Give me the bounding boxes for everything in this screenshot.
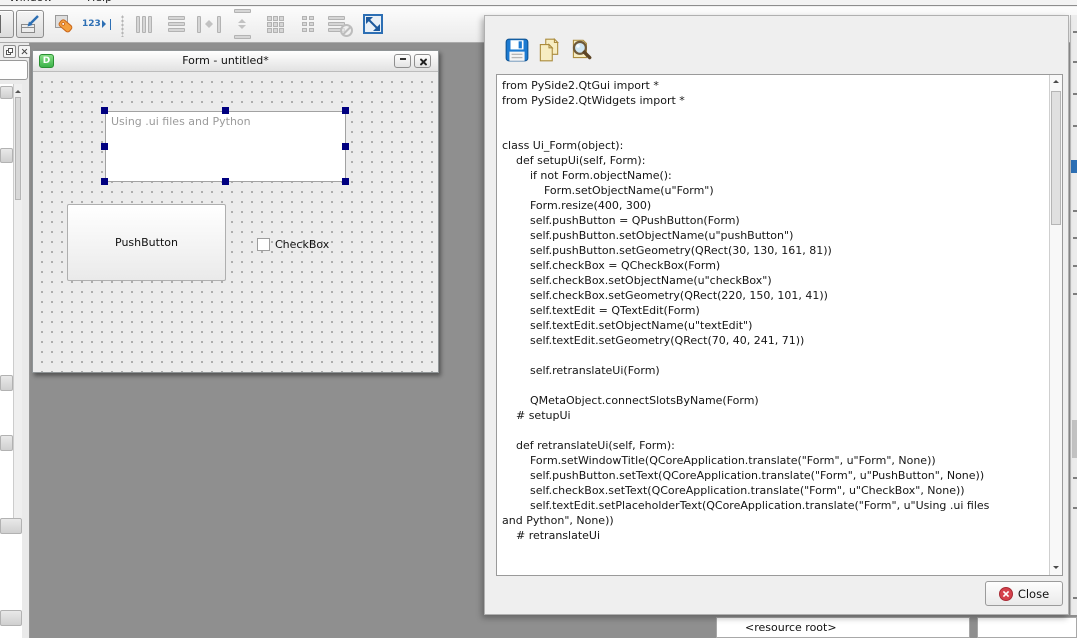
selection-handle[interactable] (222, 178, 229, 185)
save-icon (504, 37, 530, 63)
toolbar-button-adjust-size[interactable] (359, 10, 387, 38)
horizontal-layout-icon (136, 16, 152, 33)
close-icon (999, 587, 1013, 601)
toolbar-button-layout-horizontally[interactable] (130, 10, 158, 38)
signals-slots-icon (52, 12, 76, 36)
scroll-up-icon[interactable] (15, 87, 21, 93)
widget-category-header[interactable] (0, 610, 22, 626)
tab-order-arrow-icon (102, 20, 110, 28)
toolbar-separator (121, 15, 124, 37)
menu-item-help[interactable]: Help (87, 0, 112, 4)
toolbar-button-edit-signals[interactable] (50, 10, 78, 38)
textedit-widget[interactable]: Using .ui files and Python (105, 111, 346, 182)
form-editor-window: D Form - untitled* Using .ui files and P… (32, 50, 439, 373)
dialog-close-button[interactable]: Close (985, 581, 1063, 606)
checkbox-label: CheckBox (275, 238, 329, 251)
toolbar-button-layout-grid[interactable] (261, 10, 289, 38)
widget-box-scrollbar[interactable] (13, 84, 22, 518)
close-button-label: Close (1018, 587, 1049, 601)
form-canvas[interactable]: Using .ui files and Python PushButton Ch… (33, 73, 438, 372)
selection-handle[interactable] (342, 143, 349, 150)
widget-category-header[interactable] (0, 375, 13, 391)
checkbox-indicator[interactable] (257, 238, 270, 251)
selection-handle[interactable] (222, 107, 229, 114)
grid-layout-icon (267, 16, 284, 33)
widget-category-header[interactable] (0, 518, 22, 534)
scrollbar-thumb[interactable] (15, 97, 21, 200)
widget-category-header[interactable] (0, 86, 13, 99)
find-button[interactable] (568, 37, 594, 63)
copy-icon (536, 37, 562, 63)
form-window-titlebar[interactable]: D Form - untitled* (33, 51, 438, 72)
selected-row-sliver (1071, 160, 1077, 173)
scroll-down-icon[interactable] (1050, 560, 1062, 575)
edit-widgets-icon (18, 12, 42, 36)
pushbutton-widget[interactable]: PushButton (67, 204, 226, 281)
minimize-button[interactable] (394, 54, 411, 68)
close-button[interactable] (414, 54, 431, 68)
copy-button[interactable] (536, 37, 562, 63)
toolbar-button-layout-vertically[interactable] (162, 10, 190, 38)
generated-python-code[interactable]: from PySide2.QtGui import * from PySide2… (497, 75, 1062, 575)
widget-filter-input[interactable] (0, 60, 28, 80)
adjust-size-icon (361, 12, 385, 36)
scrollbar-thumb[interactable] (1051, 91, 1061, 225)
widget-category-header[interactable] (0, 148, 13, 163)
form-window-title: Form - untitled* (33, 54, 418, 67)
code-scrollbar[interactable] (1049, 75, 1062, 575)
edit-mode-icon (0, 13, 11, 35)
dock-float-button[interactable] (3, 45, 16, 58)
horizontal-splitter-icon (197, 16, 221, 33)
code-preview-dialog: from PySide2.QtGui import * from PySide2… (484, 15, 1069, 615)
code-view[interactable]: from PySide2.QtGui import * from PySide2… (496, 74, 1063, 576)
search-icon (568, 37, 594, 63)
save-button[interactable] (504, 37, 530, 63)
scrollbar-thumb-sliver (1072, 420, 1077, 458)
checkbox-widget[interactable]: CheckBox (257, 236, 329, 252)
menu-item-window[interactable]: Window (9, 0, 52, 4)
textedit-placeholder: Using .ui files and Python (106, 112, 345, 128)
break-layout-disabled-icon (340, 24, 353, 37)
property-editor-sliver (1070, 15, 1077, 615)
toolbar-button-edit-widgets[interactable] (16, 10, 44, 38)
toolbar-button-layout-splitter-vertical[interactable] (228, 10, 256, 38)
vertical-layout-icon (168, 16, 185, 32)
scroll-up-icon[interactable] (1050, 75, 1062, 90)
toolbar-button-tab-order[interactable]: 123 (82, 10, 110, 38)
selection-handle[interactable] (342, 107, 349, 114)
vertical-splitter-icon (234, 9, 251, 39)
form-layout-icon (302, 16, 314, 32)
selection-handle[interactable] (101, 178, 108, 185)
dock-close-button[interactable] (18, 45, 31, 58)
toolbar-button-layout-splitter-horizontal[interactable] (195, 10, 223, 38)
widget-category-header[interactable] (0, 435, 13, 451)
toolbar-button-layout-form[interactable] (294, 10, 322, 38)
menu-bar: Window Help (0, 0, 1077, 6)
resource-root-item[interactable]: <resource root> (717, 618, 969, 637)
toolbar-button-edit-mode[interactable] (0, 10, 14, 38)
resource-browser-side-panel (977, 617, 1077, 638)
tab-order-icon: 123 (82, 19, 101, 29)
toolbar-button-break-layout[interactable] (325, 10, 353, 38)
selection-handle[interactable] (342, 178, 349, 185)
resource-browser-panel: <resource root> (716, 617, 970, 638)
selection-handle[interactable] (101, 143, 108, 150)
selection-handle[interactable] (101, 107, 108, 114)
widget-box-panel (0, 43, 30, 638)
